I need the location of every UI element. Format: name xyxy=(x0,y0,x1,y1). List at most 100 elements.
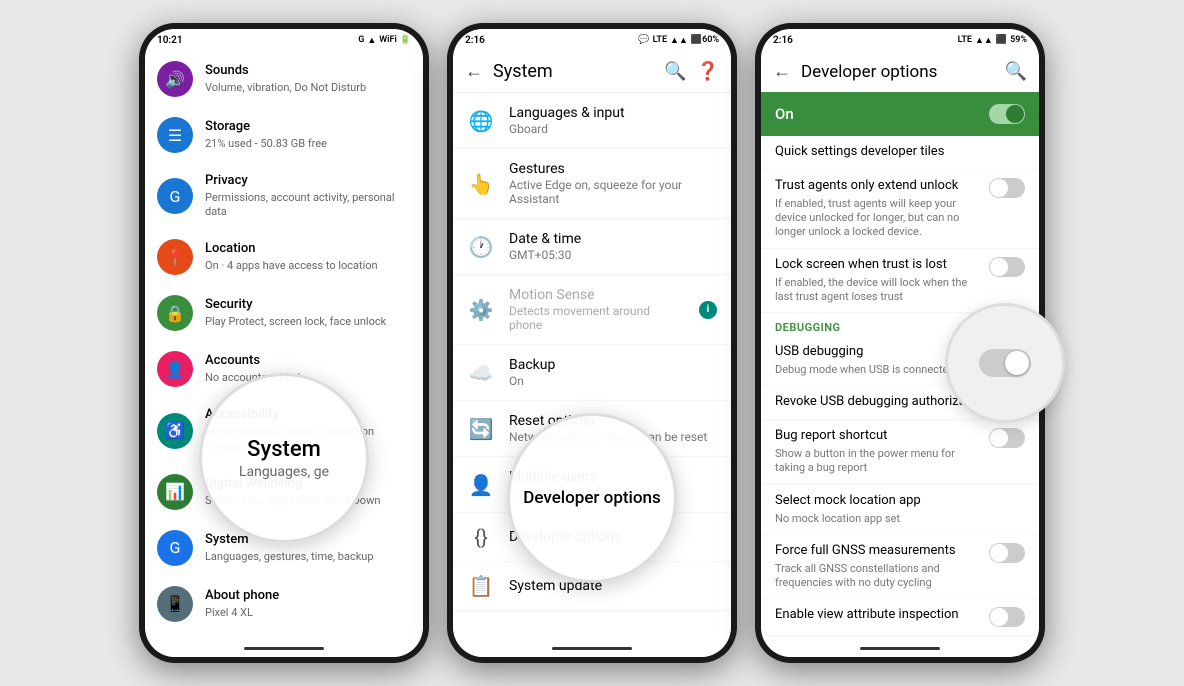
signal-icon-3: ▲▲ xyxy=(975,35,993,46)
battery-pct-3: 59% xyxy=(1010,35,1027,45)
status-bar-3: 2:16 LTE ▲▲ ⬛ 59% xyxy=(761,29,1039,51)
security-icon: 🔒 xyxy=(157,295,193,331)
phone-3: 2:16 LTE ▲▲ ⬛ 59% ← Developer options 🔍 … xyxy=(755,23,1045,663)
digital-wellbeing-icon: 📊 xyxy=(157,474,193,510)
battery-icon-2: ⬛60% xyxy=(691,35,719,45)
accessibility-text: Accessibility Screen readers, display, i… xyxy=(205,407,411,453)
status-bar-1: 10:21 G ▲ WiFi 🔋 xyxy=(145,29,423,51)
system-update-icon: 📋 xyxy=(467,574,495,598)
lte-icon: LTE xyxy=(653,35,667,45)
back-button-2[interactable]: ← xyxy=(465,61,483,82)
time-1: 10:21 xyxy=(157,35,183,46)
help-button-2[interactable]: ❓ xyxy=(697,61,719,82)
system-text: System Languages, gestures, time, backup xyxy=(205,532,411,564)
reset-icon: 🔄 xyxy=(467,417,495,441)
time-2: 2:16 xyxy=(465,35,485,46)
list-item[interactable]: 📱 About phone Pixel 4 XL xyxy=(145,576,423,632)
status-icons-3: LTE ▲▲ ⬛ 59% xyxy=(958,35,1027,46)
big-toggle xyxy=(979,349,1031,377)
accounts-icon: 👤 xyxy=(157,351,193,387)
settings-list: 🔊 Sounds Volume, vibration, Do Not Distu… xyxy=(145,51,423,639)
list-item[interactable]: Quick settings developer tiles xyxy=(761,136,1039,170)
system-header: ← System 🔍 ❓ xyxy=(453,51,731,93)
lte-icon-3: LTE xyxy=(958,35,972,45)
list-item[interactable]: Select mock location app No mock locatio… xyxy=(761,485,1039,535)
list-item[interactable]: ♿ Accessibility Screen readers, display,… xyxy=(145,397,423,463)
phone-2: 2:16 💬 LTE ▲▲ ⬛60% ← System 🔍 ❓ 🌐 Langua… xyxy=(447,23,737,663)
storage-text: Storage 21% used - 50.83 GB free xyxy=(205,119,411,151)
users-icon: 👤 xyxy=(467,473,495,497)
dev-options-header: ← Developer options 🔍 xyxy=(761,51,1039,92)
search-button-3[interactable]: 🔍 xyxy=(1005,61,1027,82)
datetime-icon: 🕐 xyxy=(467,235,495,259)
security-text: Security Play Protect, screen lock, face… xyxy=(205,297,411,329)
list-item[interactable]: 🕐 Date & time GMT+05:30 xyxy=(453,219,731,275)
accessibility-icon: ♿ xyxy=(157,413,193,449)
home-bar-2 xyxy=(453,639,731,657)
back-button-3[interactable]: ← xyxy=(773,61,791,82)
usb-debug-toggle-magnifier xyxy=(945,303,1065,423)
list-item[interactable]: ☰ Storage 21% used - 50.83 GB free xyxy=(145,107,423,163)
privacy-icon: G xyxy=(157,178,193,214)
list-item[interactable]: 📍 Location On · 4 apps have access to lo… xyxy=(145,229,423,285)
list-item[interactable]: 🌐 Languages & input Gboard xyxy=(453,93,731,149)
system-screen: 🌐 Languages & input Gboard 👆 Gestures Ac… xyxy=(453,93,731,639)
list-item[interactable]: Force full GNSS measurements Track all G… xyxy=(761,535,1039,599)
list-item[interactable]: Bug report shortcut Show a button in the… xyxy=(761,420,1039,484)
whatsapp-icon: 💬 xyxy=(638,35,649,45)
accounts-text: Accounts No accounts added xyxy=(205,353,411,385)
signal-icon-2: ▲▲ xyxy=(670,35,688,46)
list-item[interactable]: 📊 Digital Wellbeing Screen time, app tim… xyxy=(145,464,423,520)
bug-report-toggle[interactable] xyxy=(989,428,1025,448)
list-item[interactable]: 🔒 Security Play Protect, screen lock, fa… xyxy=(145,285,423,341)
info-badge: i xyxy=(699,301,717,319)
location-text: Location On · 4 apps have access to loca… xyxy=(205,241,411,273)
gnss-toggle[interactable] xyxy=(989,543,1025,563)
developer-on-toggle[interactable] xyxy=(989,104,1025,124)
phone-1: 10:21 G ▲ WiFi 🔋 🔊 Sounds Volume, vibrat… xyxy=(139,23,429,663)
list-item[interactable]: Enable view attribute inspection xyxy=(761,599,1039,636)
home-bar-3 xyxy=(761,639,1039,657)
settings-screen: 🔊 Sounds Volume, vibration, Do Not Distu… xyxy=(145,51,423,639)
list-item[interactable]: {} Developer options xyxy=(453,513,731,562)
home-bar-1 xyxy=(145,639,423,657)
search-button-2[interactable]: 🔍 xyxy=(664,61,686,82)
privacy-text: Privacy Permissions, account activity, p… xyxy=(205,173,411,219)
location-icon: 📍 xyxy=(157,239,193,275)
signal-icon: ▲ xyxy=(367,35,376,46)
list-item[interactable]: ☁️ Backup On xyxy=(453,345,731,401)
dev-options-icon: {} xyxy=(467,525,495,549)
list-item[interactable]: ⚙️ Motion Sense Detects movement around … xyxy=(453,275,731,345)
developer-on-bar: On xyxy=(761,92,1039,136)
status-icons-2: 💬 LTE ▲▲ ⬛60% xyxy=(638,35,719,46)
list-item[interactable]: Trust agents only extend unlock If enabl… xyxy=(761,170,1039,249)
list-item[interactable]: G System Languages, gestures, time, back… xyxy=(145,520,423,576)
battery-icon: 🔋 xyxy=(400,35,411,45)
list-item[interactable]: 👆 Gestures Active Edge on, squeeze for y… xyxy=(453,149,731,219)
sounds-icon: 🔊 xyxy=(157,61,193,97)
time-3: 2:16 xyxy=(773,35,793,46)
trust-agents-toggle[interactable] xyxy=(989,178,1025,198)
system-icon: G xyxy=(157,530,193,566)
list-item[interactable]: 📋 System update xyxy=(453,562,731,611)
about-phone-icon: 📱 xyxy=(157,586,193,622)
list-item[interactable]: 👤 Accounts No accounts added xyxy=(145,341,423,397)
status-bar-2: 2:16 💬 LTE ▲▲ ⬛60% xyxy=(453,29,731,51)
view-attribute-toggle[interactable] xyxy=(989,607,1025,627)
motion-sense-icon: ⚙️ xyxy=(467,298,495,322)
list-item[interactable]: 🔊 Sounds Volume, vibration, Do Not Distu… xyxy=(145,51,423,107)
google-icon: G xyxy=(358,35,364,45)
storage-icon: ☰ xyxy=(157,117,193,153)
list-item[interactable]: 👤 Multiple users Signed in as Owner xyxy=(453,457,731,513)
list-item[interactable]: 🔄 Reset options Network, apps, or device… xyxy=(453,401,731,457)
sounds-text: Sounds Volume, vibration, Do Not Disturb xyxy=(205,63,411,95)
digital-wellbeing-text: Digital Wellbeing Screen time, app timer… xyxy=(205,476,411,508)
languages-icon: 🌐 xyxy=(467,109,495,133)
about-phone-text: About phone Pixel 4 XL xyxy=(205,588,411,620)
gestures-icon: 👆 xyxy=(467,172,495,196)
list-item[interactable]: ❓ Tips & support Help articles, phone & … xyxy=(145,632,423,639)
status-icons-1: G ▲ WiFi 🔋 xyxy=(358,35,411,46)
lock-screen-toggle[interactable] xyxy=(989,257,1025,277)
backup-icon: ☁️ xyxy=(467,361,495,385)
list-item[interactable]: G Privacy Permissions, account activity,… xyxy=(145,163,423,229)
